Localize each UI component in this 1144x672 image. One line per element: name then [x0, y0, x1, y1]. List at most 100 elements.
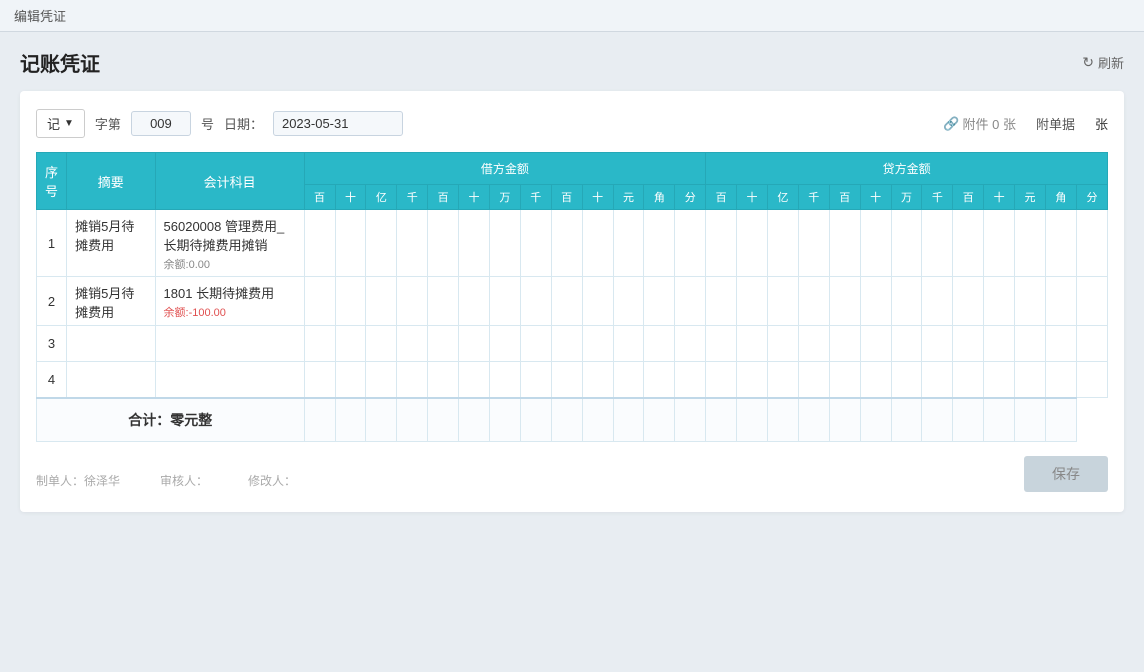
debit-cell[interactable]: [459, 326, 490, 362]
refresh-button[interactable]: ↻ 刷新: [1082, 53, 1124, 72]
debit-cell[interactable]: [613, 210, 644, 277]
debit-cell[interactable]: [397, 277, 428, 326]
voucher-number-input[interactable]: [131, 111, 191, 136]
debit-cell[interactable]: [551, 362, 582, 398]
credit-cell[interactable]: [1015, 326, 1046, 362]
credit-cell[interactable]: [984, 362, 1015, 398]
credit-cell[interactable]: [984, 277, 1015, 326]
debit-cell[interactable]: [428, 210, 459, 277]
debit-cell[interactable]: [335, 277, 366, 326]
debit-cell[interactable]: [428, 362, 459, 398]
debit-cell[interactable]: [489, 210, 520, 277]
credit-cell[interactable]: [953, 362, 984, 398]
credit-cell[interactable]: [891, 326, 922, 362]
save-button[interactable]: 保存: [1024, 456, 1108, 492]
credit-cell[interactable]: [706, 210, 737, 277]
credit-cell[interactable]: [829, 362, 860, 398]
debit-cell[interactable]: [489, 277, 520, 326]
debit-cell[interactable]: [304, 326, 335, 362]
debit-cell[interactable]: [366, 362, 397, 398]
credit-cell[interactable]: [767, 326, 798, 362]
credit-cell[interactable]: [1076, 277, 1107, 326]
credit-cell[interactable]: [953, 326, 984, 362]
credit-cell[interactable]: [798, 210, 829, 277]
debit-cell[interactable]: [613, 277, 644, 326]
credit-cell[interactable]: [984, 210, 1015, 277]
credit-cell[interactable]: [953, 277, 984, 326]
credit-cell[interactable]: [1076, 362, 1107, 398]
debit-cell[interactable]: [520, 362, 551, 398]
credit-cell[interactable]: [1015, 362, 1046, 398]
credit-cell[interactable]: [860, 326, 891, 362]
credit-cell[interactable]: [984, 326, 1015, 362]
debit-cell[interactable]: [397, 210, 428, 277]
debit-cell[interactable]: [489, 362, 520, 398]
debit-cell[interactable]: [335, 326, 366, 362]
debit-cell[interactable]: [428, 277, 459, 326]
debit-cell[interactable]: [459, 362, 490, 398]
credit-cell[interactable]: [1045, 326, 1076, 362]
credit-cell[interactable]: [922, 277, 953, 326]
credit-cell[interactable]: [1045, 362, 1076, 398]
credit-cell[interactable]: [829, 326, 860, 362]
debit-cell[interactable]: [520, 326, 551, 362]
credit-cell[interactable]: [737, 362, 768, 398]
debit-cell[interactable]: [366, 326, 397, 362]
row-summary[interactable]: 摊销5月待摊费用: [67, 210, 155, 277]
debit-cell[interactable]: [459, 210, 490, 277]
credit-cell[interactable]: [860, 210, 891, 277]
debit-cell[interactable]: [613, 362, 644, 398]
credit-cell[interactable]: [922, 210, 953, 277]
credit-cell[interactable]: [860, 277, 891, 326]
credit-cell[interactable]: [767, 277, 798, 326]
credit-cell[interactable]: [737, 326, 768, 362]
debit-cell[interactable]: [675, 210, 706, 277]
row-account[interactable]: 1801 长期待摊费用余额:-100.00: [155, 277, 304, 326]
credit-cell[interactable]: [1015, 210, 1046, 277]
debit-cell[interactable]: [644, 277, 675, 326]
credit-cell[interactable]: [1076, 326, 1107, 362]
debit-cell[interactable]: [675, 277, 706, 326]
credit-cell[interactable]: [798, 277, 829, 326]
debit-cell[interactable]: [582, 210, 613, 277]
row-account[interactable]: [155, 362, 304, 398]
credit-cell[interactable]: [829, 210, 860, 277]
credit-cell[interactable]: [798, 362, 829, 398]
credit-cell[interactable]: [953, 210, 984, 277]
debit-cell[interactable]: [551, 210, 582, 277]
credit-cell[interactable]: [706, 362, 737, 398]
debit-cell[interactable]: [459, 277, 490, 326]
credit-cell[interactable]: [922, 362, 953, 398]
credit-cell[interactable]: [767, 362, 798, 398]
debit-cell[interactable]: [675, 362, 706, 398]
credit-cell[interactable]: [798, 326, 829, 362]
debit-cell[interactable]: [582, 326, 613, 362]
credit-cell[interactable]: [891, 362, 922, 398]
debit-cell[interactable]: [428, 326, 459, 362]
debit-cell[interactable]: [551, 326, 582, 362]
debit-cell[interactable]: [397, 326, 428, 362]
debit-cell[interactable]: [644, 362, 675, 398]
credit-cell[interactable]: [891, 210, 922, 277]
debit-cell[interactable]: [582, 277, 613, 326]
credit-cell[interactable]: [1015, 277, 1046, 326]
debit-cell[interactable]: [551, 277, 582, 326]
row-summary[interactable]: [67, 362, 155, 398]
row-account[interactable]: 56020008 管理费用_长期待摊费用摊销余额:0.00: [155, 210, 304, 277]
debit-cell[interactable]: [335, 210, 366, 277]
row-account[interactable]: [155, 326, 304, 362]
credit-cell[interactable]: [1045, 210, 1076, 277]
row-summary[interactable]: 摊销5月待摊费用: [67, 277, 155, 326]
voucher-type-button[interactable]: 记 ▼: [36, 109, 85, 138]
credit-cell[interactable]: [922, 326, 953, 362]
debit-cell[interactable]: [366, 210, 397, 277]
credit-cell[interactable]: [706, 277, 737, 326]
debit-cell[interactable]: [644, 326, 675, 362]
credit-cell[interactable]: [737, 210, 768, 277]
debit-cell[interactable]: [520, 210, 551, 277]
credit-cell[interactable]: [737, 277, 768, 326]
debit-cell[interactable]: [304, 277, 335, 326]
debit-cell[interactable]: [520, 277, 551, 326]
credit-cell[interactable]: [767, 210, 798, 277]
row-summary[interactable]: [67, 326, 155, 362]
